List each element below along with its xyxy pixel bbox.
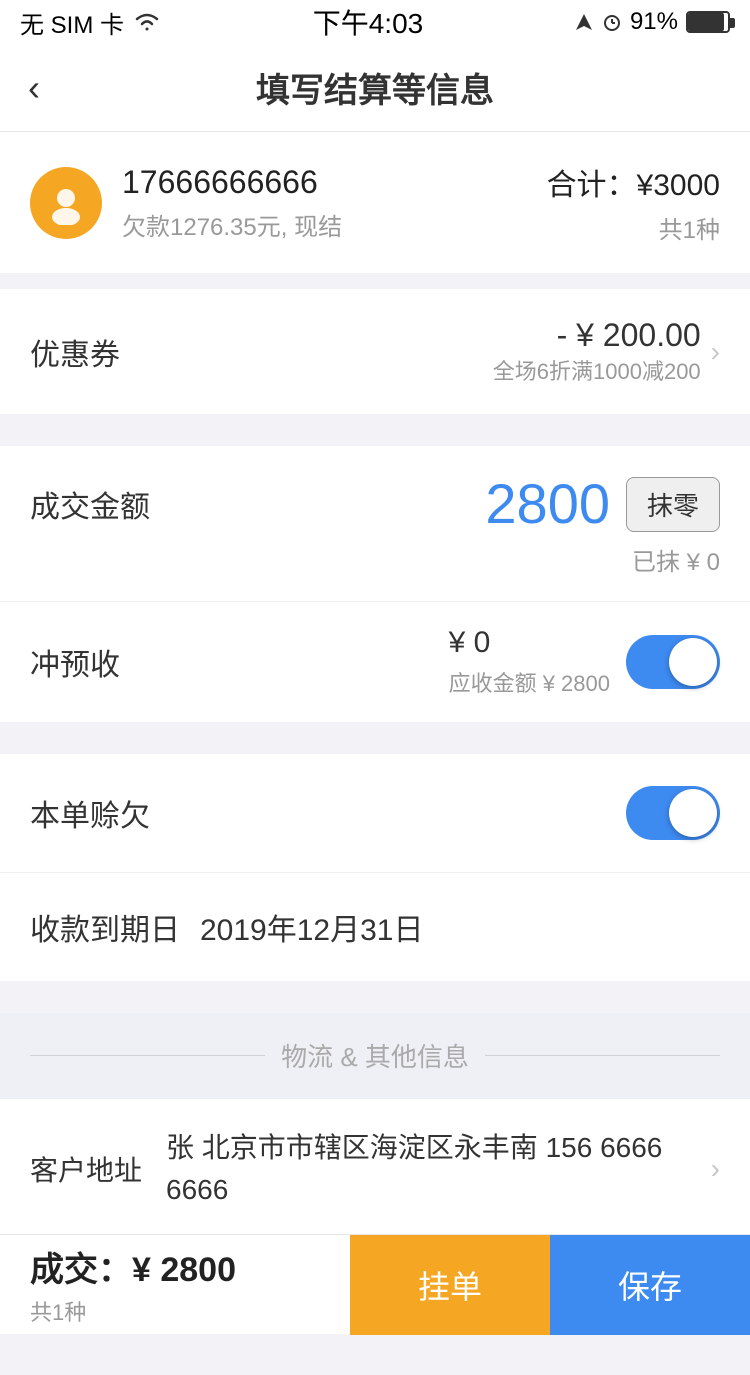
address-label: 客户地址	[30, 1149, 142, 1189]
prepay-right: ¥ 0 应收金额 ¥ 2800	[449, 626, 720, 698]
divider-section: 物流 & 其他信息	[0, 1013, 750, 1098]
page-title: 填写结算等信息	[256, 63, 494, 112]
deal-right: 2800 抹零	[485, 476, 720, 532]
prepay-amount: ¥ 0	[449, 626, 610, 660]
alarm-icon	[602, 12, 622, 32]
divider-line-right	[485, 1055, 720, 1056]
battery-icon	[686, 11, 730, 33]
sim-icon: 无 SIM 卡	[20, 5, 124, 40]
debt-card: 本单赊欠 收款到期日 2019年12月31日	[0, 754, 750, 981]
status-left: 无 SIM 卡	[20, 5, 162, 40]
status-bar: 无 SIM 卡 下午4:03 91%	[0, 0, 750, 44]
debt-toggle-knob	[669, 789, 717, 837]
section-gap-1	[0, 430, 750, 446]
prepay-row: 冲预收 ¥ 0 应收金额 ¥ 2800	[30, 626, 720, 698]
deal-amount-value: 2800	[485, 476, 610, 532]
prepay-toggle[interactable]	[626, 635, 720, 689]
due-date-row: 收款到期日 2019年12月31日	[0, 872, 750, 981]
debt-label: 本单赊欠	[30, 791, 150, 835]
deal-prefix: 成交：	[30, 1251, 132, 1289]
total-count: 共1种	[547, 210, 720, 245]
coupon-desc: 全场6折满1000减200	[493, 354, 701, 386]
bottom-count: 共1种	[30, 1295, 320, 1327]
address-row[interactable]: 客户地址 张 北京市市辖区海淀区永丰南 156 6666 6666 ›	[0, 1098, 750, 1239]
coupon-label: 优惠券	[30, 330, 120, 374]
customer-card: 17666666666 欠款1276.35元, 现结 合计：¥3000 共1种	[0, 132, 750, 273]
deal-amount-row: 成交金额 2800 抹零	[0, 446, 750, 542]
prepay-section: 冲预收 ¥ 0 应收金额 ¥ 2800	[0, 601, 750, 722]
deal-subtext: 已抹 ¥ 0	[0, 542, 750, 601]
coupon-discount: - ¥ 200.00	[493, 317, 701, 354]
save-button[interactable]: 保存	[550, 1235, 750, 1335]
due-date-label: 收款到期日	[30, 905, 180, 949]
address-chevron: ›	[711, 1153, 720, 1185]
address-card[interactable]: 客户地址 张 北京市市辖区海淀区永丰南 156 6666 6666 ›	[0, 1098, 750, 1239]
debt-row: 本单赊欠	[0, 754, 750, 872]
coupon-row[interactable]: 优惠券 - ¥ 200.00 全场6折满1000减200 ›	[0, 289, 750, 414]
wifi-icon	[132, 11, 162, 33]
coupon-right: - ¥ 200.00 全场6折满1000减200 ›	[493, 317, 720, 386]
customer-subtext: 欠款1276.35元, 现结	[122, 207, 547, 242]
coupon-card[interactable]: 优惠券 - ¥ 200.00 全场6折满1000减200 ›	[0, 289, 750, 414]
toggle-knob	[669, 638, 717, 686]
customer-phone: 17666666666	[122, 164, 547, 201]
avatar-icon	[44, 181, 88, 225]
address-value: 张 北京市市辖区海淀区永丰南 156 6666 6666	[166, 1127, 711, 1211]
prepay-subtext: 应收金额 ¥ 2800	[449, 666, 610, 698]
bottom-summary: 成交：¥ 2800 共1种	[0, 1242, 350, 1327]
status-right: 91%	[574, 8, 730, 36]
customer-total: 合计：¥3000 共1种	[547, 160, 720, 245]
status-time: 下午4:03	[313, 2, 424, 42]
customer-row: 17666666666 欠款1276.35元, 现结 合计：¥3000 共1种	[0, 132, 750, 273]
debt-toggle[interactable]	[626, 786, 720, 840]
avatar	[30, 167, 102, 239]
deal-card: 成交金额 2800 抹零 已抹 ¥ 0 冲预收 ¥ 0 应收金额 ¥ 2800	[0, 446, 750, 722]
nav-bar: ‹ 填写结算等信息	[0, 44, 750, 132]
bottom-deal-amount: ¥ 2800	[132, 1251, 236, 1289]
prepay-label: 冲预收	[30, 640, 120, 684]
location-icon	[574, 12, 594, 32]
bottom-deal-label: 成交：¥ 2800	[30, 1242, 320, 1291]
bottom-bar: 成交：¥ 2800 共1种 挂单 保存	[0, 1234, 750, 1334]
section-gap-3	[0, 997, 750, 1013]
round-button[interactable]: 抹零	[626, 477, 720, 532]
hang-button[interactable]: 挂单	[350, 1235, 550, 1335]
total-amount: 合计：¥3000	[547, 160, 720, 204]
divider-line-left	[30, 1055, 265, 1056]
battery-percent: 91%	[630, 8, 678, 36]
coupon-chevron: ›	[711, 336, 720, 368]
deal-label: 成交金额	[30, 482, 150, 526]
customer-info: 17666666666 欠款1276.35元, 现结	[122, 164, 547, 242]
back-button[interactable]: ‹	[28, 67, 40, 109]
section-gap-2	[0, 738, 750, 754]
due-date-value: 2019年12月31日	[200, 905, 423, 949]
divider-label: 物流 & 其他信息	[281, 1037, 469, 1074]
